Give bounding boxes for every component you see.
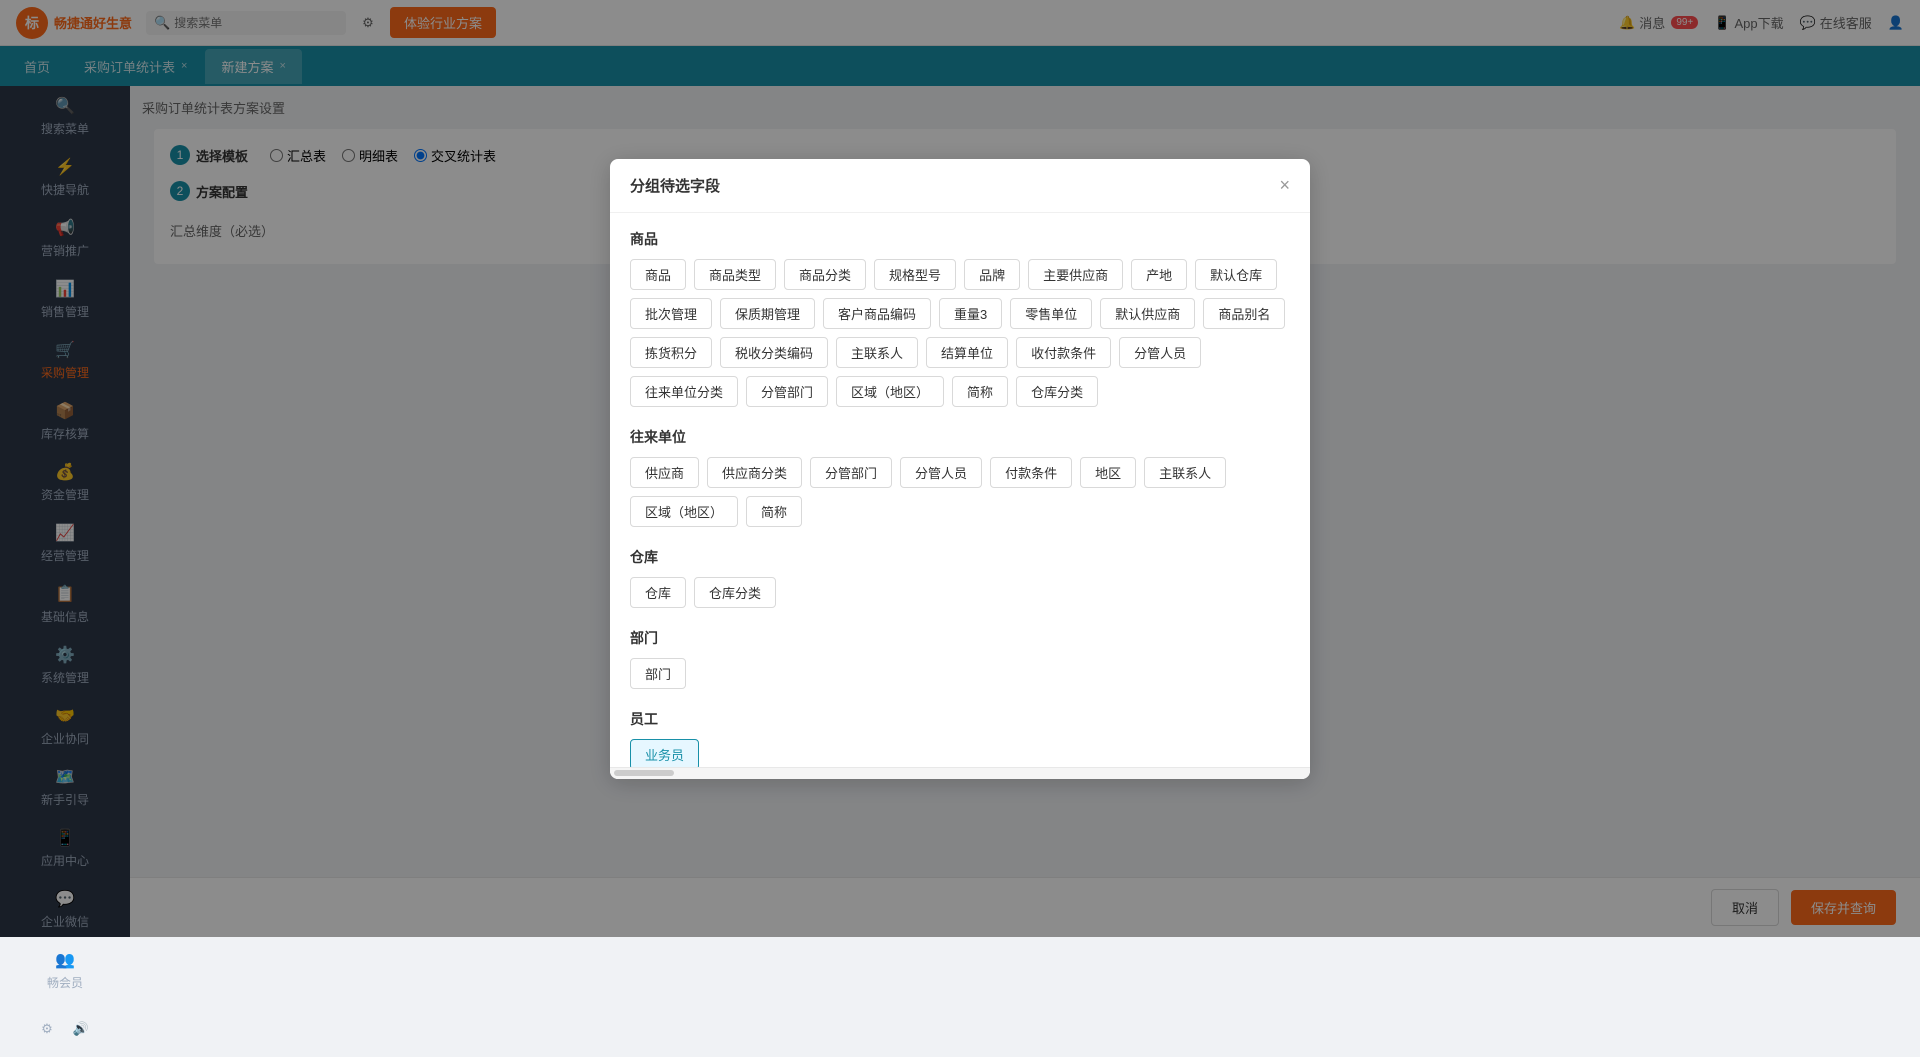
sidebar-item-member[interactable]: 👥 畅会员 — [0, 940, 130, 1001]
section-product: 商品 商品 商品类型 商品分类 规格型号 品牌 主要供应商 产地 默认仓库 批次… — [630, 229, 1290, 407]
section-product-fields: 商品 商品类型 商品分类 规格型号 品牌 主要供应商 产地 默认仓库 批次管理 … — [630, 259, 1290, 407]
section-department-fields: 部门 — [630, 658, 1290, 689]
field-tag[interactable]: 供应商 — [630, 457, 699, 488]
field-tag[interactable]: 地区 — [1080, 457, 1136, 488]
field-tag[interactable]: 主要供应商 — [1028, 259, 1123, 290]
field-tag[interactable]: 仓库 — [630, 577, 686, 608]
field-tag[interactable]: 简称 — [952, 376, 1008, 407]
modal-close-button[interactable]: × — [1279, 175, 1290, 196]
member-icon: 👥 — [55, 950, 75, 970]
settings-bottom-icon[interactable]: ⚙ — [41, 1021, 53, 1037]
section-warehouse-title: 仓库 — [630, 547, 1290, 567]
section-warehouse: 仓库 仓库 仓库分类 — [630, 547, 1290, 608]
section-employee-title: 员工 — [630, 709, 1290, 729]
field-tag[interactable]: 商品分类 — [784, 259, 866, 290]
field-tag[interactable]: 零售单位 — [1010, 298, 1092, 329]
section-department: 部门 部门 — [630, 628, 1290, 689]
modal-title: 分组待选字段 — [630, 175, 720, 196]
section-counterpart-title: 往来单位 — [630, 427, 1290, 447]
field-tag[interactable]: 分管部门 — [810, 457, 892, 488]
section-counterpart-fields: 供应商 供应商分类 分管部门 分管人员 付款条件 地区 主联系人 区域（地区） … — [630, 457, 1290, 527]
field-tag[interactable]: 分管部门 — [746, 376, 828, 407]
field-tag[interactable]: 税收分类编码 — [720, 337, 828, 368]
sidebar-footer: ⚙ 🔊 — [0, 1001, 130, 1057]
scrollbar-thumb[interactable] — [614, 770, 674, 776]
modal-overlay: 分组待选字段 × 商品 商品 商品类型 商品分类 规格型号 品牌 主要供应商 产… — [0, 0, 1920, 937]
field-tag[interactable]: 供应商分类 — [707, 457, 802, 488]
modal-body[interactable]: 商品 商品 商品类型 商品分类 规格型号 品牌 主要供应商 产地 默认仓库 批次… — [610, 213, 1310, 767]
field-select-modal: 分组待选字段 × 商品 商品 商品类型 商品分类 规格型号 品牌 主要供应商 产… — [610, 159, 1310, 779]
field-tag[interactable]: 客户商品编码 — [823, 298, 931, 329]
field-tag[interactable]: 产地 — [1131, 259, 1187, 290]
field-tag[interactable]: 商品 — [630, 259, 686, 290]
field-tag[interactable]: 规格型号 — [874, 259, 956, 290]
section-product-title: 商品 — [630, 229, 1290, 249]
field-tag[interactable]: 商品别名 — [1203, 298, 1285, 329]
field-tag[interactable]: 区域（地区） — [630, 496, 738, 527]
section-warehouse-fields: 仓库 仓库分类 — [630, 577, 1290, 608]
field-tag[interactable]: 重量3 — [939, 298, 1002, 329]
section-employee-fields: 业务员 — [630, 739, 1290, 767]
audio-icon[interactable]: 🔊 — [73, 1021, 89, 1037]
modal-header: 分组待选字段 × — [610, 159, 1310, 213]
field-tag[interactable]: 结算单位 — [926, 337, 1008, 368]
field-tag[interactable]: 批次管理 — [630, 298, 712, 329]
field-tag[interactable]: 保质期管理 — [720, 298, 815, 329]
field-tag[interactable]: 仓库分类 — [1016, 376, 1098, 407]
field-tag[interactable]: 默认供应商 — [1100, 298, 1195, 329]
field-tag[interactable]: 简称 — [746, 496, 802, 527]
section-counterpart: 往来单位 供应商 供应商分类 分管部门 分管人员 付款条件 地区 主联系人 区域… — [630, 427, 1290, 527]
sidebar-item-member-label: 畅会员 — [47, 974, 83, 991]
modal-horizontal-scrollbar[interactable] — [610, 767, 1310, 779]
field-tag[interactable]: 拣货积分 — [630, 337, 712, 368]
field-tag[interactable]: 商品类型 — [694, 259, 776, 290]
field-tag[interactable]: 分管人员 — [900, 457, 982, 488]
field-tag[interactable]: 主联系人 — [1144, 457, 1226, 488]
field-tag[interactable]: 主联系人 — [836, 337, 918, 368]
field-tag[interactable]: 分管人员 — [1119, 337, 1201, 368]
field-tag-employee[interactable]: 业务员 — [630, 739, 699, 767]
field-tag[interactable]: 区域（地区） — [836, 376, 944, 407]
field-tag[interactable]: 部门 — [630, 658, 686, 689]
field-tag[interactable]: 品牌 — [964, 259, 1020, 290]
field-tag[interactable]: 付款条件 — [990, 457, 1072, 488]
field-tag[interactable]: 收付款条件 — [1016, 337, 1111, 368]
field-tag[interactable]: 往来单位分类 — [630, 376, 738, 407]
section-department-title: 部门 — [630, 628, 1290, 648]
field-tag[interactable]: 仓库分类 — [694, 577, 776, 608]
field-tag[interactable]: 默认仓库 — [1195, 259, 1277, 290]
section-employee: 员工 业务员 — [630, 709, 1290, 767]
